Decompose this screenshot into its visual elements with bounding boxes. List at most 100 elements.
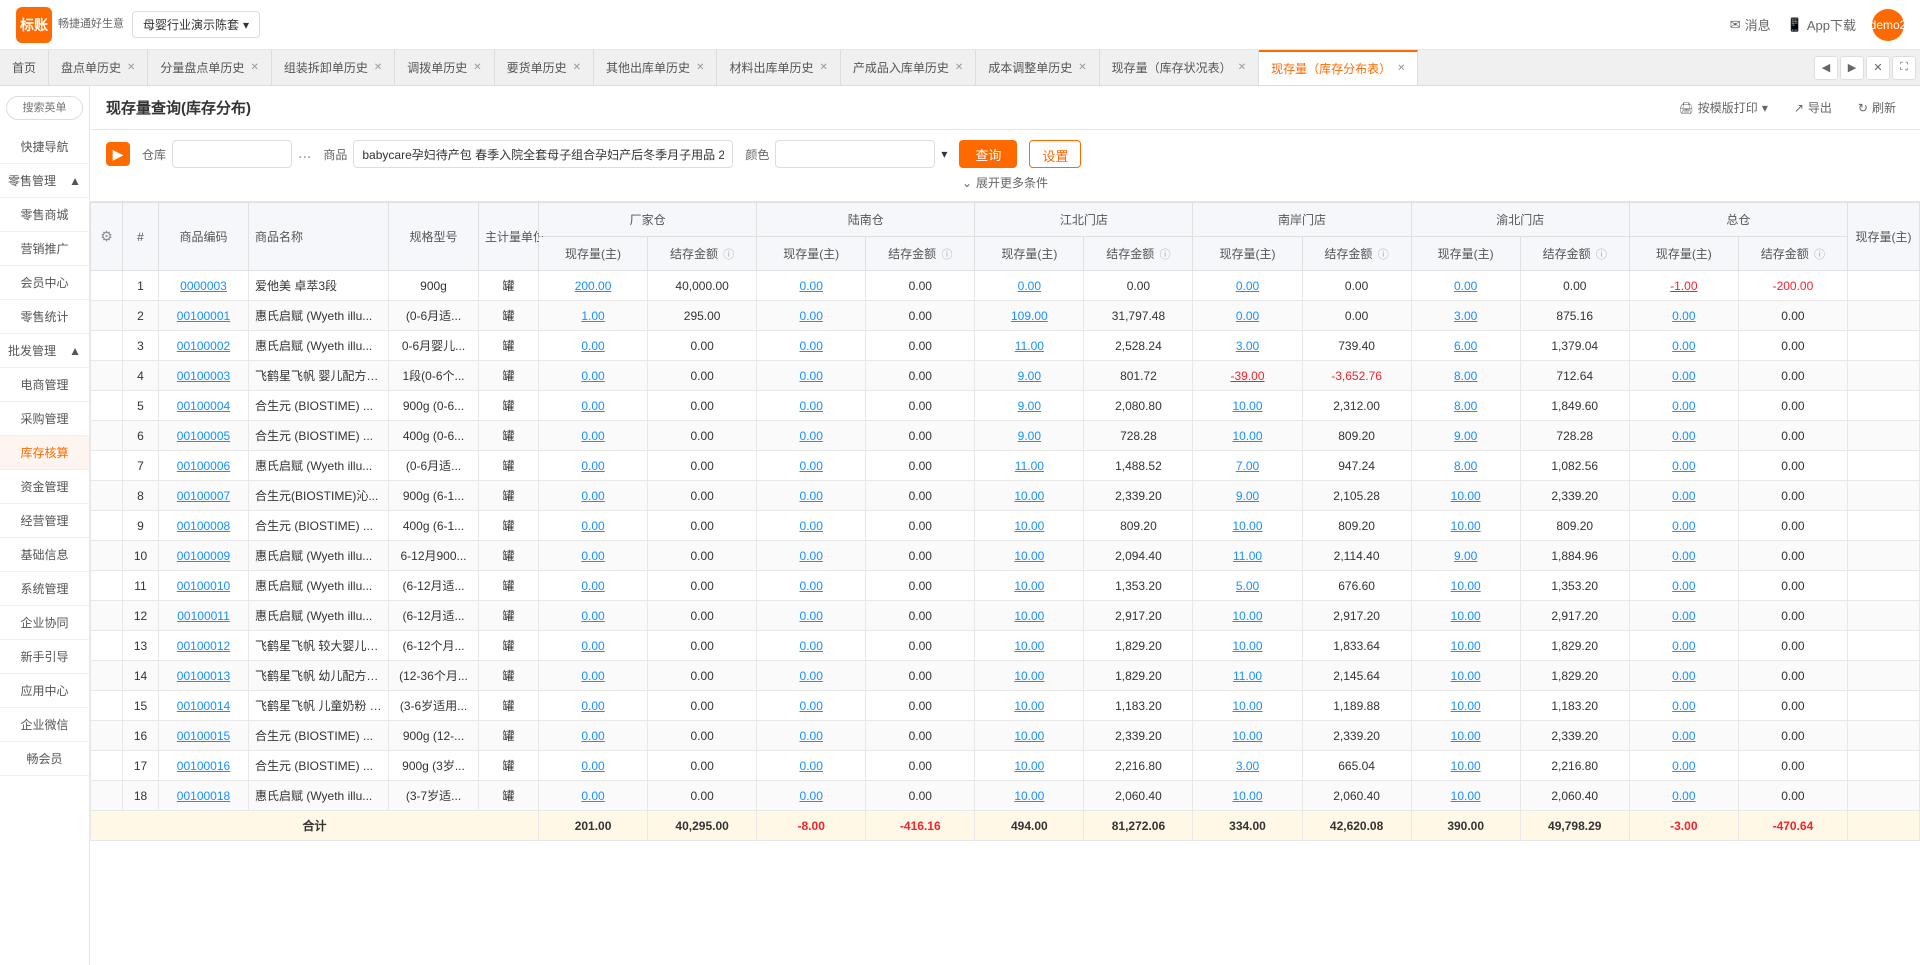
col-nb-qty-cell[interactable]: 11.00 [1193, 661, 1302, 691]
search-input[interactable] [6, 96, 83, 120]
col-code-cell[interactable]: 0000003 [159, 271, 249, 301]
col-fac-qty-cell[interactable]: 0.00 [539, 451, 648, 481]
col-nb-qty-cell[interactable]: 10.00 [1193, 391, 1302, 421]
info-icon[interactable]: ⓘ [723, 249, 734, 261]
warehouse-input[interactable] [172, 140, 292, 168]
tab-combo-split[interactable]: 组装拆卸单历史 ✕ [272, 50, 395, 86]
tab-product-in[interactable]: 产成品入库单历史 ✕ [841, 50, 976, 86]
close-icon[interactable]: ✕ [696, 62, 704, 73]
col-total-qty-cell[interactable]: 0.00 [1629, 571, 1738, 601]
col-ln-qty-cell[interactable]: 0.00 [757, 481, 866, 511]
col-fac-qty-cell[interactable]: 0.00 [539, 541, 648, 571]
col-total-qty-cell[interactable]: 0.00 [1629, 481, 1738, 511]
col-jb-qty-cell[interactable]: 10.00 [975, 781, 1084, 811]
col-jb-qty-cell[interactable]: 10.00 [975, 631, 1084, 661]
col-ln-qty-cell[interactable]: 0.00 [757, 511, 866, 541]
col-code-cell[interactable]: 00100004 [159, 391, 249, 421]
col-code-cell[interactable]: 00100005 [159, 421, 249, 451]
col-ln-qty-cell[interactable]: 0.00 [757, 781, 866, 811]
col-total-qty-cell[interactable]: 0.00 [1629, 301, 1738, 331]
sidebar-item-wholesale[interactable]: 批发管理 ▲ [0, 334, 89, 368]
col-nb-qty-cell[interactable]: 0.00 [1193, 301, 1302, 331]
info-icon[interactable]: ⓘ [1378, 249, 1389, 261]
tab-cost-adjust[interactable]: 成本调整单历史 ✕ [976, 50, 1099, 86]
col-yb-qty-cell[interactable]: 9.00 [1411, 421, 1520, 451]
warehouse-more-btn[interactable]: ... [298, 145, 311, 163]
col-code-cell[interactable]: 00100009 [159, 541, 249, 571]
col-jb-qty-cell[interactable]: 10.00 [975, 601, 1084, 631]
col-nb-qty-cell[interactable]: 10.00 [1193, 691, 1302, 721]
col-ln-qty-cell[interactable]: 0.00 [757, 331, 866, 361]
close-icon[interactable]: ✕ [1238, 62, 1246, 73]
col-total-qty-cell[interactable]: 0.00 [1629, 331, 1738, 361]
col-fac-qty-cell[interactable]: 0.00 [539, 481, 648, 511]
col-code-cell[interactable]: 00100011 [159, 601, 249, 631]
col-fac-qty-cell[interactable]: 0.00 [539, 331, 648, 361]
info-icon[interactable]: ⓘ [1160, 249, 1171, 261]
col-nb-qty-cell[interactable]: 10.00 [1193, 721, 1302, 751]
col-ln-qty-cell[interactable]: 0.00 [757, 571, 866, 601]
close-icon[interactable]: ✕ [955, 62, 963, 73]
col-code-cell[interactable]: 00100002 [159, 331, 249, 361]
expand-more-btn[interactable]: ⌄ 展开更多条件 [106, 174, 1904, 191]
col-ln-qty-cell[interactable]: 0.00 [757, 721, 866, 751]
col-yb-qty-cell[interactable]: 9.00 [1411, 541, 1520, 571]
col-total-qty-cell[interactable]: 0.00 [1629, 511, 1738, 541]
col-fac-qty-cell[interactable]: 0.00 [539, 391, 648, 421]
col-yb-qty-cell[interactable]: 10.00 [1411, 781, 1520, 811]
col-ln-qty-cell[interactable]: 0.00 [757, 391, 866, 421]
col-code-cell[interactable]: 00100018 [159, 781, 249, 811]
col-jb-qty-cell[interactable]: 9.00 [975, 421, 1084, 451]
col-fac-qty-cell[interactable]: 0.00 [539, 601, 648, 631]
message-action[interactable]: ✉ 消息 [1730, 15, 1771, 34]
sidebar-item-member2[interactable]: 畅会员 [0, 742, 89, 776]
close-icon[interactable]: ✕ [250, 62, 258, 73]
col-ln-qty-cell[interactable]: 0.00 [757, 691, 866, 721]
tab-stock-status[interactable]: 现存量（库存状况表） ✕ [1100, 50, 1259, 86]
close-icon[interactable]: ✕ [573, 62, 581, 73]
col-yb-qty-cell[interactable]: 10.00 [1411, 661, 1520, 691]
col-nb-qty-cell[interactable]: 9.00 [1193, 481, 1302, 511]
goods-input[interactable] [353, 140, 733, 168]
col-fac-qty-cell[interactable]: 0.00 [539, 571, 648, 601]
col-ln-qty-cell[interactable]: 0.00 [757, 751, 866, 781]
col-yb-qty-cell[interactable]: 8.00 [1411, 451, 1520, 481]
col-yb-qty-cell[interactable]: 10.00 [1411, 601, 1520, 631]
col-yb-qty-cell[interactable]: 10.00 [1411, 481, 1520, 511]
col-jb-qty-cell[interactable]: 10.00 [975, 511, 1084, 541]
col-total-qty-cell[interactable]: 0.00 [1629, 361, 1738, 391]
export-button[interactable]: ↗ 导出 [1786, 95, 1840, 120]
sidebar-item-retail-store[interactable]: 零售商城 [0, 198, 89, 232]
info-icon[interactable]: ⓘ [1814, 249, 1825, 261]
col-fac-qty-cell[interactable]: 0.00 [539, 781, 648, 811]
sidebar-item-guide[interactable]: 新手引导 [0, 640, 89, 674]
col-total-qty-cell[interactable]: 0.00 [1629, 451, 1738, 481]
sidebar-item-purchase[interactable]: 采购管理 [0, 402, 89, 436]
sidebar-item-wechat[interactable]: 企业微信 [0, 708, 89, 742]
col-jb-qty-cell[interactable]: 10.00 [975, 571, 1084, 601]
sidebar-item-system[interactable]: 系统管理 [0, 572, 89, 606]
col-total-qty-cell[interactable]: -1.00 [1629, 271, 1738, 301]
col-nb-qty-cell[interactable]: 10.00 [1193, 511, 1302, 541]
col-yb-qty-cell[interactable]: 10.00 [1411, 751, 1520, 781]
col-fac-qty-cell[interactable]: 0.00 [539, 361, 648, 391]
sidebar-item-finance[interactable]: 资金管理 [0, 470, 89, 504]
col-jb-qty-cell[interactable]: 10.00 [975, 751, 1084, 781]
col-jb-qty-cell[interactable]: 10.00 [975, 661, 1084, 691]
col-code-cell[interactable]: 00100007 [159, 481, 249, 511]
sidebar-item-collab[interactable]: 企业协同 [0, 606, 89, 640]
col-yb-qty-cell[interactable]: 6.00 [1411, 331, 1520, 361]
print-button[interactable]: 🖨 按模版打印 ▾ [1671, 95, 1776, 120]
col-yb-qty-cell[interactable]: 8.00 [1411, 391, 1520, 421]
col-jb-qty-cell[interactable]: 0.00 [975, 271, 1084, 301]
col-nb-qty-cell[interactable]: 5.00 [1193, 571, 1302, 601]
col-jb-qty-cell[interactable]: 11.00 [975, 331, 1084, 361]
info-icon[interactable]: ⓘ [941, 249, 952, 261]
sidebar-item-marketing[interactable]: 营销推广 [0, 232, 89, 266]
tab-material-out[interactable]: 材料出库单历史 ✕ [717, 50, 840, 86]
col-yb-qty-cell[interactable]: 10.00 [1411, 721, 1520, 751]
col-ln-qty-cell[interactable]: 0.00 [757, 631, 866, 661]
tab-close-all-btn[interactable]: ✕ [1866, 56, 1890, 80]
col-yb-qty-cell[interactable]: 10.00 [1411, 631, 1520, 661]
col-code-cell[interactable]: 00100006 [159, 451, 249, 481]
